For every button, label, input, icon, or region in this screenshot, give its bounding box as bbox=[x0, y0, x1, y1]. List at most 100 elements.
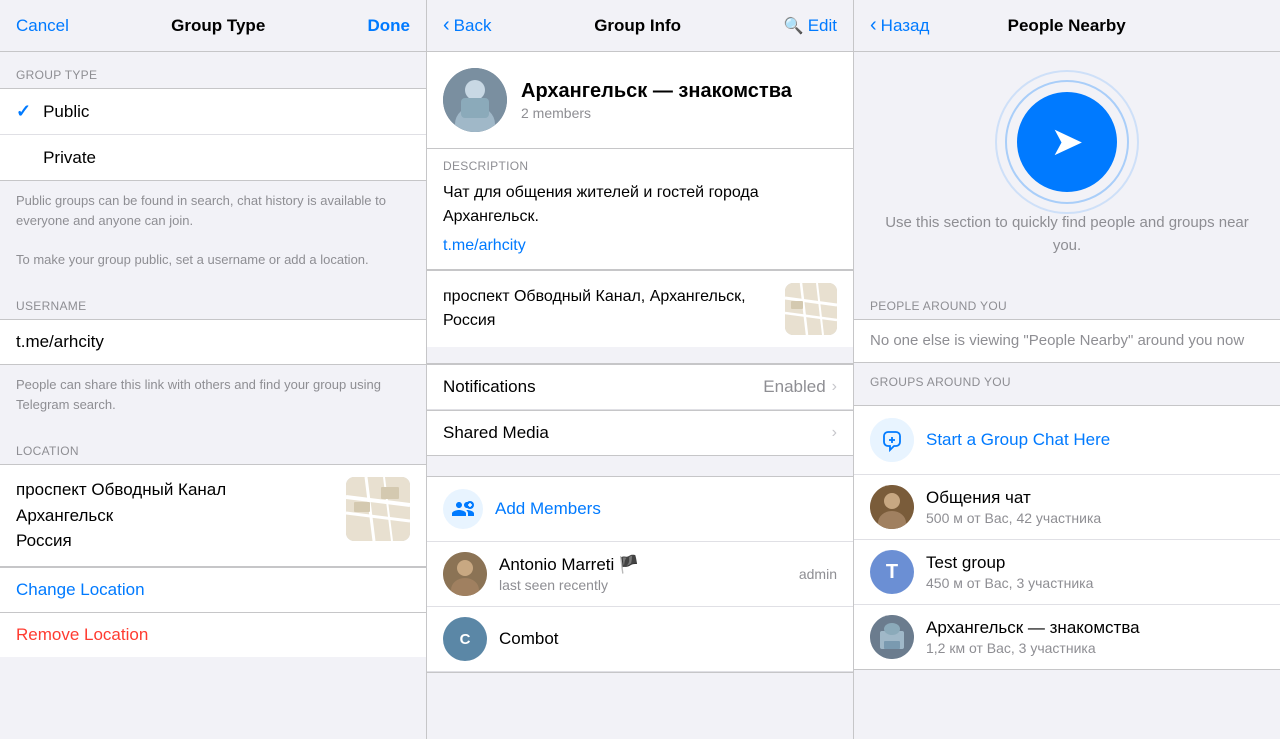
location-icon-circle: ➤ bbox=[1017, 92, 1117, 192]
username-section-label: USERNAME bbox=[0, 283, 426, 319]
public-label: Public bbox=[43, 102, 89, 122]
member-info-combot: Combot bbox=[499, 629, 837, 649]
location-text: проспект Обводный КаналАрхангельскРоссия bbox=[16, 477, 336, 554]
description-text: Чат для общения жителей и гостей города … bbox=[443, 181, 837, 229]
people-empty-text: No one else is viewing "People Nearby" a… bbox=[870, 332, 1244, 349]
nearby-hero: ➤ Use this section to quickly find peopl… bbox=[854, 52, 1280, 287]
people-empty-message: No one else is viewing "People Nearby" a… bbox=[854, 319, 1280, 363]
nearby-group-sub-1: 500 м от Вас, 42 участника bbox=[926, 510, 1264, 526]
group-members-count: 2 members bbox=[521, 105, 792, 121]
checkmark-icon: ✓ bbox=[16, 101, 31, 122]
nearby-group-avatar-3 bbox=[870, 615, 914, 659]
chevron-right-icon: › bbox=[832, 378, 837, 396]
group-name: Архангельск — знакомства bbox=[521, 80, 792, 103]
username-info-text: People can share this link with others a… bbox=[0, 365, 426, 428]
nearby-group-sub-3: 1,2 км от Вас, 3 участника bbox=[926, 640, 1264, 656]
remove-location-button[interactable]: Remove Location bbox=[0, 612, 426, 657]
location-info-text: проспект Обводный Канал, Архангельск, Ро… bbox=[443, 285, 775, 333]
settings-section: Notifications Enabled › Shared Media › bbox=[427, 363, 853, 456]
nearby-group-row-2[interactable]: T Test group 450 м от Вас, 3 участника bbox=[854, 540, 1280, 605]
panel3-header: ‹ Назад People Nearby bbox=[854, 0, 1280, 52]
member-name-antonio: Antonio Marreti 🏴 bbox=[499, 555, 799, 575]
shared-media-label: Shared Media bbox=[443, 423, 549, 443]
start-group-icon bbox=[870, 418, 914, 462]
nearby-description: Use this section to quickly find people … bbox=[884, 212, 1250, 257]
member-row-combot[interactable]: C Combot bbox=[427, 607, 853, 672]
add-members-row[interactable]: Add Members bbox=[427, 477, 853, 542]
done-button[interactable]: Done bbox=[368, 16, 411, 36]
group-type-section-label: GROUP TYPE bbox=[0, 52, 426, 88]
member-role-antonio: admin bbox=[799, 566, 837, 582]
nearby-group-avatar-1 bbox=[870, 485, 914, 529]
panel-group-type: Cancel Group Type Done GROUP TYPE ✓ Publ… bbox=[0, 0, 427, 739]
location-display: проспект Обводный КаналАрхангельскРоссия bbox=[0, 464, 426, 567]
notifications-row[interactable]: Notifications Enabled › bbox=[427, 364, 853, 410]
group-link[interactable]: t.me/arhcity bbox=[443, 237, 837, 255]
username-input-row[interactable]: t.me/arhcity bbox=[0, 319, 426, 365]
change-location-button[interactable]: Change Location bbox=[0, 567, 426, 612]
panel2-header: ‹ Back Group Info 🔍 Edit bbox=[427, 0, 853, 52]
chevron-left-icon2: ‹ bbox=[870, 14, 877, 37]
panel1-title: Group Type bbox=[171, 16, 265, 36]
nearby-group-name-2: Test group bbox=[926, 553, 1264, 573]
groups-around-section: Start a Group Chat Here Общения чат 500 … bbox=[854, 405, 1280, 670]
nearby-group-info-3: Архангельск — знакомства 1,2 км от Вас, … bbox=[926, 618, 1264, 656]
start-group-chat-row[interactable]: Start a Group Chat Here bbox=[854, 406, 1280, 475]
group-name-section: Архангельск — знакомства 2 members bbox=[521, 80, 792, 121]
description-section: DESCRIPTION Чат для общения жителей и го… bbox=[427, 149, 853, 270]
people-around-label: PEOPLE AROUND YOU bbox=[854, 287, 1280, 319]
nearby-group-sub-2: 450 м от Вас, 3 участника bbox=[926, 575, 1264, 591]
member-row[interactable]: Antonio Marreti 🏴 last seen recently adm… bbox=[427, 542, 853, 607]
nearby-group-avatar-2: T bbox=[870, 550, 914, 594]
group-type-options: ✓ Public ✓ Private bbox=[0, 88, 426, 181]
private-option[interactable]: ✓ Private bbox=[0, 135, 426, 180]
back-label: Back bbox=[454, 16, 492, 36]
nearby-group-row-3[interactable]: Архангельск — знакомства 1,2 км от Вас, … bbox=[854, 605, 1280, 669]
member-avatar-combot: C bbox=[443, 617, 487, 661]
panel-people-nearby: ‹ Назад People Nearby ➤ Use this section… bbox=[854, 0, 1280, 739]
public-info-text: Public groups can be found in search, ch… bbox=[0, 181, 426, 283]
group-avatar bbox=[443, 68, 507, 132]
member-status-antonio: last seen recently bbox=[499, 577, 799, 593]
members-section: Add Members Antonio Marreti 🏴 last seen … bbox=[427, 476, 853, 673]
location-map-thumbnail bbox=[346, 477, 410, 541]
username-value: t.me/arhcity bbox=[16, 332, 104, 351]
shared-media-value: › bbox=[826, 424, 837, 442]
add-members-icon bbox=[443, 489, 483, 529]
shared-media-row[interactable]: Shared Media › bbox=[427, 410, 853, 455]
public-option[interactable]: ✓ Public bbox=[0, 89, 426, 135]
nearby-group-name-1: Общения чат bbox=[926, 488, 1264, 508]
chevron-right-icon2: › bbox=[832, 424, 837, 442]
nazad-back-button[interactable]: ‹ Назад bbox=[870, 14, 929, 37]
member-info-antonio: Antonio Marreti 🏴 last seen recently bbox=[499, 555, 799, 593]
member-avatar-antonio bbox=[443, 552, 487, 596]
cancel-button[interactable]: Cancel bbox=[16, 16, 69, 36]
nearby-group-name-3: Архангельск — знакомства bbox=[926, 618, 1264, 638]
description-label: DESCRIPTION bbox=[443, 159, 837, 173]
groups-around-label: GROUPS AROUND YOU bbox=[854, 363, 1280, 395]
navigation-arrow-icon: ➤ bbox=[1050, 119, 1084, 165]
location-section-label: LOCATION bbox=[0, 428, 426, 464]
panel1-header: Cancel Group Type Done bbox=[0, 0, 426, 52]
location-map-small bbox=[785, 283, 837, 335]
chevron-left-icon: ‹ bbox=[443, 14, 450, 37]
back-button[interactable]: ‹ Back bbox=[443, 14, 491, 37]
edit-label: Edit bbox=[808, 16, 837, 36]
group-profile-section: Архангельск — знакомства 2 members bbox=[427, 52, 853, 149]
search-icon: 🔍 bbox=[784, 16, 804, 36]
nearby-group-row-1[interactable]: Общения чат 500 м от Вас, 42 участника bbox=[854, 475, 1280, 540]
nazad-label: Назад bbox=[881, 16, 930, 36]
location-info-row: проспект Обводный Канал, Архангельск, Ро… bbox=[427, 270, 853, 347]
nearby-group-info-2: Test group 450 м от Вас, 3 участника bbox=[926, 553, 1264, 591]
add-members-label: Add Members bbox=[495, 499, 601, 519]
start-group-label: Start a Group Chat Here bbox=[926, 430, 1110, 450]
panel-group-info: ‹ Back Group Info 🔍 Edit Архангельск — з… bbox=[427, 0, 854, 739]
edit-button[interactable]: 🔍 Edit bbox=[784, 16, 837, 36]
notifications-value: Enabled › bbox=[763, 377, 837, 397]
panel3-title: People Nearby bbox=[929, 16, 1204, 36]
notifications-label: Notifications bbox=[443, 377, 536, 397]
flag-icon: 🏴 bbox=[618, 555, 639, 575]
member-name-combot: Combot bbox=[499, 629, 837, 649]
private-label: Private bbox=[43, 148, 96, 168]
panel2-title: Group Info bbox=[594, 16, 681, 36]
